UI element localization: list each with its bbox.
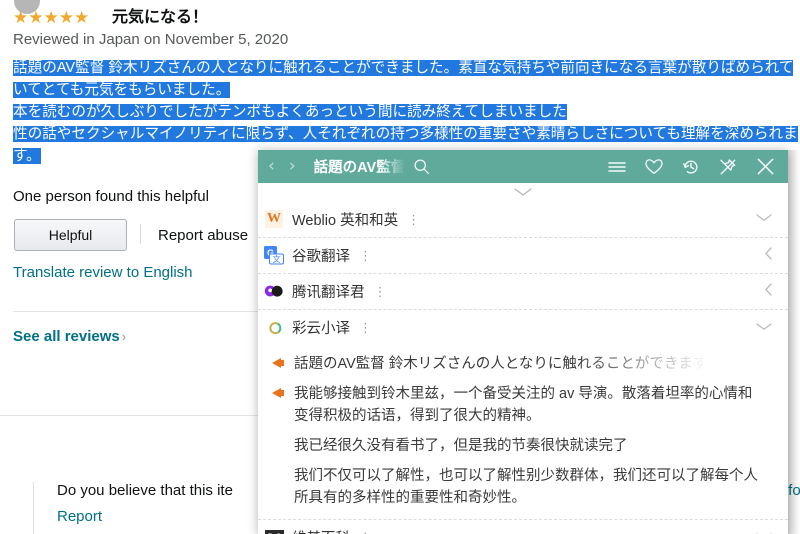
translation-source-line: 話題のAV監督 鈴木リズさんの人となりに触れることができます (258, 349, 788, 379)
translated-text-2: 我已经很久没有看书了，但是我的节奏很快就读完了 (294, 438, 628, 454)
hamburger-menu-icon[interactable] (608, 160, 626, 174)
chevron-left-icon[interactable] (763, 281, 774, 302)
chevron-down-icon[interactable] (754, 529, 774, 534)
dictionary-row-tencent[interactable]: 腾讯翻译君 ⋮ (258, 273, 788, 309)
chevron-right-icon: › (121, 329, 127, 344)
close-icon[interactable] (756, 157, 775, 176)
review-paragraph-2: 本を読むのが久しぶりでしたがテンポもよくあっという間に読み終えてしまいました (13, 101, 800, 123)
see-all-reviews-label: See all reviews (13, 328, 120, 345)
dictionary-menu-icon[interactable]: ⋮ (407, 213, 420, 226)
report-prompt-text: Do you believe that this ite (57, 482, 233, 499)
pin-icon[interactable] (719, 158, 737, 176)
search-icon[interactable] (413, 158, 430, 175)
query-text: 話題のAV監督 (314, 156, 405, 177)
chevron-down-icon[interactable] (754, 319, 774, 337)
screen: ★★★★★ 元気になる！ Reviewed in Japan on Novemb… (0, 0, 800, 534)
panel-header: ‹ › 話題のAV監督 (258, 150, 788, 183)
caiyun-translate-icon (264, 318, 284, 338)
dictionary-menu-icon[interactable]: ⋮ (374, 285, 387, 298)
dictionary-row-caiyun[interactable]: 彩云小译 ⋮ (258, 309, 788, 345)
dictionary-name: 谷歌翻译 (292, 249, 350, 265)
translated-text-1: 我能够接触到铃木里兹，一个备受关注的 av 导演。散落着坦率的心情和变得积极的话… (294, 386, 753, 424)
dictionary-row-weblio[interactable]: W Weblio 英和和英 ⋮ (258, 201, 788, 237)
translation-line-3: 我们不仅可以了解性，也可以了解性别少数群体，我们还可以了解每个人所具有的多样性的… (258, 461, 788, 513)
divider-horizontal-1 (13, 311, 258, 312)
source-text: 話題のAV監督 鈴木リズさんの人となりに触れることができます (294, 356, 708, 372)
translate-review-link[interactable]: Translate review to English (13, 264, 193, 281)
star-rating: ★★★★★ (13, 8, 90, 27)
see-all-reviews-link[interactable]: See all reviews › (13, 328, 126, 345)
review-title: 元気になる！ (112, 9, 209, 26)
dictionary-row-wikipedia[interactable]: W 维基百科 ⋮ (258, 519, 788, 534)
forward-icon[interactable]: › (289, 158, 296, 175)
divider-vertical-2 (33, 482, 34, 534)
selected-text-1: 話題のAV監督 鈴木リズさんの人となりに触れることができました。素直な気持ちや前… (13, 60, 794, 98)
chevron-down-icon[interactable] (754, 210, 774, 228)
review-meta: Reviewed in Japan on November 5, 2020 (13, 31, 289, 48)
translation-popup-panel: ‹ › 話題のAV監督 W Weblio 英和和英 ⋮ G 文 谷歌翻译 ⋮ 腾… (258, 150, 788, 534)
helpful-button[interactable]: Helpful (14, 219, 127, 251)
wikipedia-icon: W (264, 528, 284, 534)
report-abuse-link[interactable]: Report abuse (158, 227, 248, 244)
report-link[interactable]: Report (57, 508, 102, 525)
speaker-icon[interactable] (272, 358, 284, 368)
panel-body: W Weblio 英和和英 ⋮ G 文 谷歌翻译 ⋮ 腾讯翻译君 ⋮ 彩云小译 … (258, 183, 788, 534)
dictionary-menu-icon[interactable]: ⋮ (359, 321, 372, 334)
svg-text:文: 文 (273, 254, 281, 264)
dictionary-name: 彩云小译 (292, 321, 350, 337)
divider (140, 224, 141, 244)
dictionary-name: Weblio 英和和英 (292, 212, 399, 229)
weblio-icon-glyph: W (265, 210, 283, 228)
speaker-icon[interactable] (272, 388, 284, 398)
helpful-count: One person found this helpful (13, 188, 209, 205)
back-icon[interactable]: ‹ (268, 158, 275, 175)
panel-shadow (788, 150, 800, 534)
translation-line-2: 我已经很久没有看书了，但是我的节奏很快就读完了 (258, 431, 788, 461)
history-icon[interactable] (682, 158, 700, 176)
weblio-icon: W (264, 209, 284, 229)
translation-line-1: 我能够接触到铃木里兹，一个备受关注的 av 导演。散落着坦率的心情和变得积极的话… (258, 379, 788, 431)
google-translate-icon: G 文 (264, 245, 284, 266)
wikipedia-icon-glyph: W (264, 529, 284, 534)
chevron-left-icon[interactable] (763, 245, 774, 266)
panel-collapse-row[interactable] (258, 183, 788, 201)
dictionary-row-google[interactable]: G 文 谷歌翻译 ⋮ (258, 237, 788, 273)
translation-result: 話題のAV監督 鈴木リズさんの人となりに触れることができます 我能够接触到铃木里… (258, 345, 788, 519)
selected-text-2: 本を読むのが久しぶりでしたがテンポもよくあっという間に読み終えてしまいました (13, 104, 567, 120)
panel-header-actions (608, 157, 779, 176)
translated-text-3: 我们不仅可以了解性，也可以了解性别少数群体，我们还可以了解每个人所具有的多样性的… (294, 468, 758, 506)
panel-nav: ‹ › (268, 158, 296, 175)
dictionary-name: 腾讯翻译君 (292, 285, 365, 301)
dictionary-name: 维基百科 (292, 527, 350, 534)
divider-horizontal-2 (0, 415, 258, 416)
review-paragraph-1: 話題のAV監督 鈴木リズさんの人となりに触れることができました。素直な気持ちや前… (13, 57, 800, 101)
dictionary-menu-icon[interactable]: ⋮ (359, 249, 372, 262)
heart-icon[interactable] (645, 158, 663, 175)
tencent-translate-icon (264, 282, 284, 302)
